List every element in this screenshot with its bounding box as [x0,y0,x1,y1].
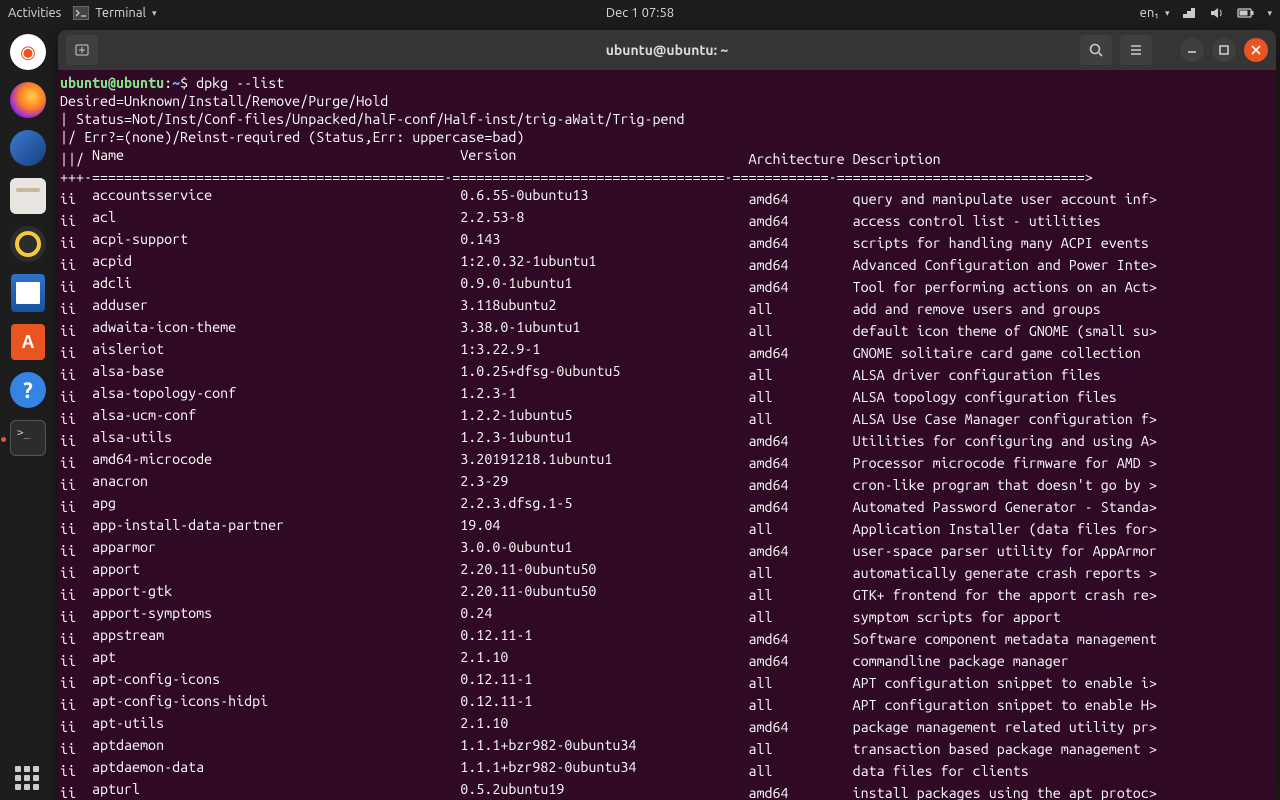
maximize-button[interactable] [1212,38,1236,62]
terminal-window: ubuntu@ubuntu: ~ ubuntu@ubuntu:~$ dpkg -… [58,30,1276,800]
package-row: ii accountsservice0.6.55-0ubuntu13amd64q… [60,186,1276,208]
thunderbird-icon[interactable] [10,130,46,166]
terminal-icon [73,6,89,20]
show-applications-icon[interactable] [15,766,39,790]
network-icon[interactable] [1181,6,1197,20]
package-row: ii apport-gtk2.20.11-0ubuntu50allGTK+ fr… [60,582,1276,604]
help-icon[interactable]: ? [10,372,46,408]
package-row: ii amd64-microcode3.20191218.1ubuntu1amd… [60,450,1276,472]
package-row: ii alsa-utils1.2.3-1ubuntu1amd64Utilitie… [60,428,1276,450]
volume-icon[interactable] [1209,6,1225,20]
gnome-top-panel: Activities Terminal ▾ Dec 1 07:58 en₁▾ ▾ [0,0,1280,26]
system-menu-chevron-icon[interactable]: ▾ [1267,8,1272,19]
app-menu[interactable]: Terminal ▾ [73,6,156,20]
files-icon[interactable] [10,178,46,214]
terminal-launcher-icon[interactable] [10,420,46,456]
clock[interactable]: Dec 1 07:58 [606,6,674,20]
activities-button[interactable]: Activities [8,6,61,20]
package-row: ii apparmor3.0.0-0ubuntu1amd64user-space… [60,538,1276,560]
package-row: ii adduser3.118ubuntu2alladd and remove … [60,296,1276,318]
package-row: ii alsa-base1.0.25+dfsg-0ubuntu5allALSA … [60,362,1276,384]
package-row: ii appstream0.12.11-1amd64Software compo… [60,626,1276,648]
package-row: ii acpi-support0.143amd64scripts for han… [60,230,1276,252]
package-row: ii apt2.1.10amd64commandline package man… [60,648,1276,670]
window-title: ubuntu@ubuntu: ~ [606,42,729,58]
ubuntu-software-icon[interactable] [11,324,45,360]
menu-button[interactable] [1120,35,1152,65]
package-row: ii apturl0.5.2ubuntu19amd64install packa… [60,780,1276,800]
package-row: ii apt-config-icons0.12.11-1allAPT confi… [60,670,1276,692]
firefox-icon[interactable] [10,82,46,118]
package-row: ii aptdaemon-data1.1.1+bzr982-0ubuntu34a… [60,758,1276,780]
package-row: ii anacron2.3-29amd64cron-like program t… [60,472,1276,494]
search-button[interactable] [1080,35,1112,65]
close-button[interactable] [1244,38,1268,62]
titlebar: ubuntu@ubuntu: ~ [58,30,1276,70]
minimize-button[interactable] [1180,38,1204,62]
package-row: ii aisleriot1:3.22.9-1amd64GNOME solitai… [60,340,1276,362]
package-row: ii acpid1:2.0.32-1ubuntu1amd64Advanced C… [60,252,1276,274]
new-tab-button[interactable] [66,35,98,65]
battery-icon[interactable] [1237,7,1255,19]
input-source[interactable]: en₁▾ [1140,6,1170,20]
package-row: ii apt-utils2.1.10amd64package managemen… [60,714,1276,736]
package-row: ii acl2.2.53-8amd64access control list -… [60,208,1276,230]
package-row: ii app-install-data-partner19.04allAppli… [60,516,1276,538]
libreoffice-writer-icon[interactable] [11,274,45,312]
package-row: ii apport-symptoms0.24allsymptom scripts… [60,604,1276,626]
terminal-output[interactable]: ubuntu@ubuntu:~$ dpkg --listDesired=Unkn… [58,70,1276,800]
chevron-down-icon: ▾ [1165,8,1170,19]
package-row: ii apg2.2.3.dfsg.1-5amd64Automated Passw… [60,494,1276,516]
dock: ◉ ? [0,26,56,800]
package-row: ii apport2.20.11-0ubuntu50allautomatical… [60,560,1276,582]
ubuntu-logo-icon[interactable]: ◉ [10,34,46,70]
package-row: ii adwaita-icon-theme3.38.0-1ubuntu1alld… [60,318,1276,340]
rhythmbox-icon[interactable] [10,226,46,262]
chevron-down-icon: ▾ [152,8,157,19]
package-row: ii alsa-topology-conf1.2.3-1allALSA topo… [60,384,1276,406]
package-row: ii alsa-ucm-conf1.2.2-1ubuntu5allALSA Us… [60,406,1276,428]
package-row: ii adcli0.9.0-1ubuntu1amd64Tool for perf… [60,274,1276,296]
package-row: ii aptdaemon1.1.1+bzr982-0ubuntu34alltra… [60,736,1276,758]
package-row: ii apt-config-icons-hidpi0.12.11-1allAPT… [60,692,1276,714]
app-menu-label: Terminal [95,6,146,20]
